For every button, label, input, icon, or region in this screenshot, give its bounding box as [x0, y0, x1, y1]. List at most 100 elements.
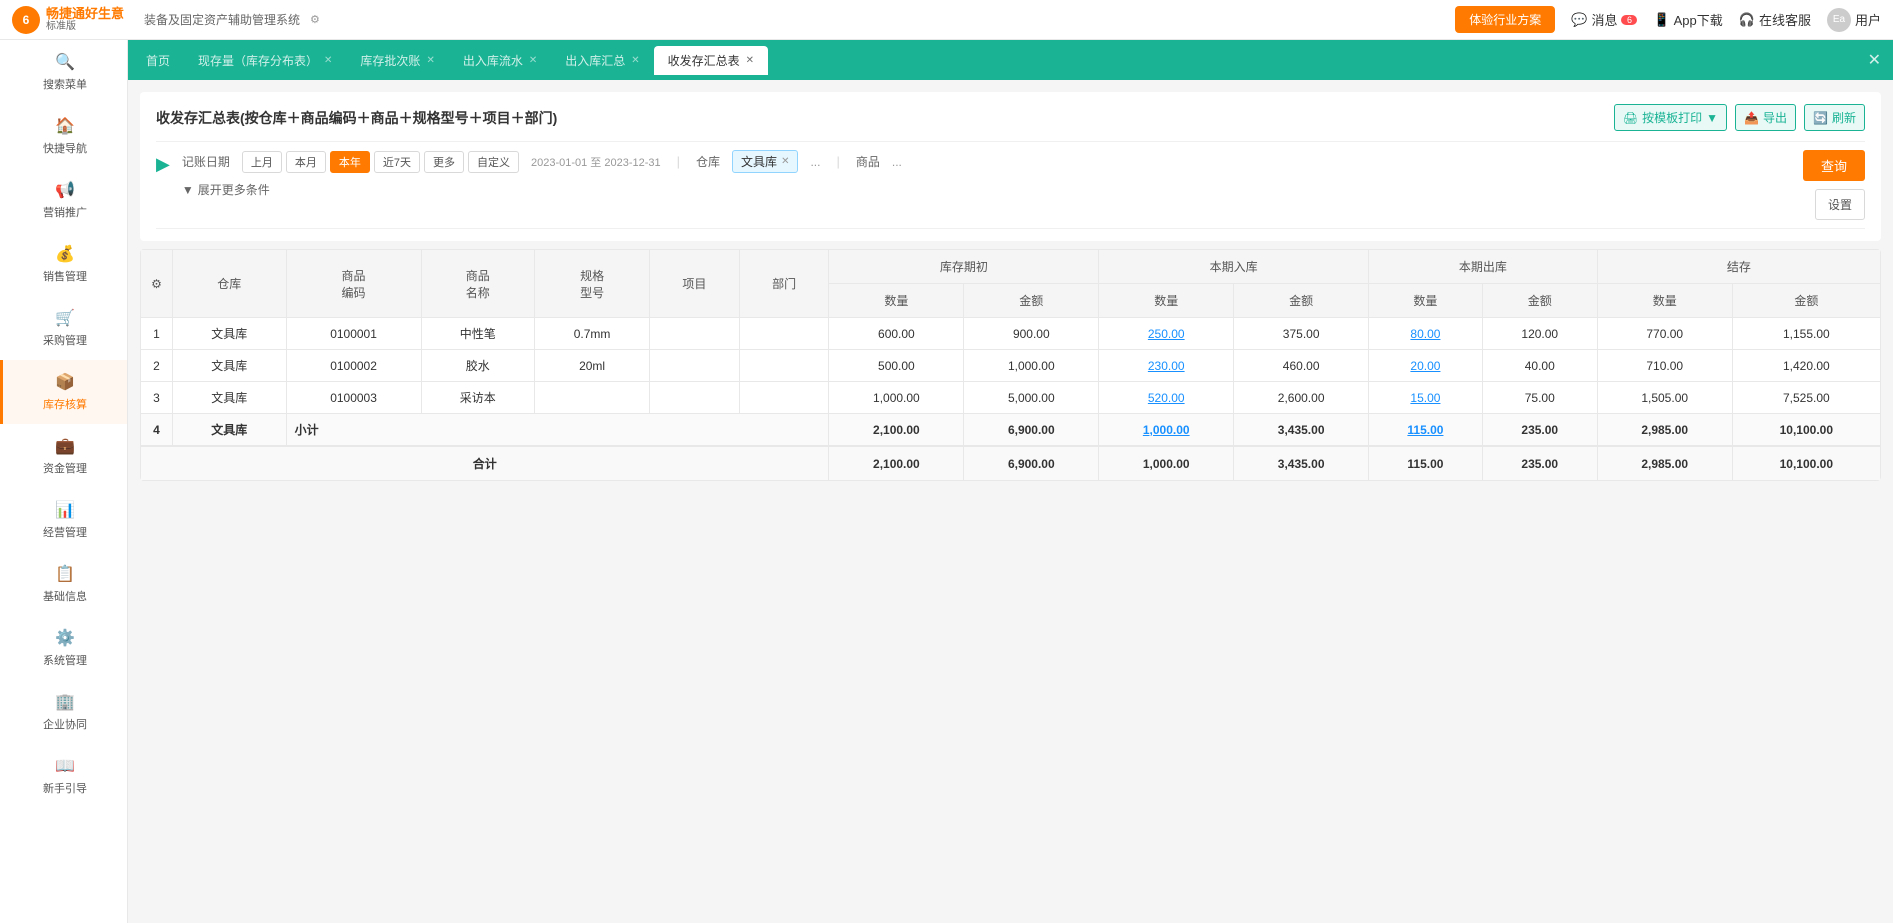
date-btn-this-month[interactable]: 本月 — [286, 151, 326, 173]
goods-more[interactable]: ... — [892, 155, 902, 169]
tab-summary-close[interactable]: ✕ — [631, 55, 639, 66]
table-row: 2 文具库 0100002 胶水 20ml 500.00 1,000.00 23… — [141, 350, 1881, 382]
row-in-amt: 2,600.00 — [1234, 382, 1369, 414]
th-goods-spec: 规格型号 — [535, 250, 650, 318]
warehouse-label: 仓库 — [696, 153, 720, 170]
sidebar-item-label: 快捷导航 — [43, 140, 87, 156]
print-template-btn[interactable]: 🖨 按模板打印 ▼ — [1614, 104, 1727, 131]
row-name: 采访本 — [421, 382, 535, 414]
app-download-label: App下载 — [1674, 10, 1723, 29]
sidebar-item-newbie[interactable]: 📖 新手引导 — [0, 744, 127, 808]
row-in-qty[interactable]: 230.00 — [1099, 350, 1234, 382]
sidebar-item-label: 销售管理 — [43, 268, 87, 284]
table-row: 1 文具库 0100001 中性笔 0.7mm 600.00 900.00 25… — [141, 318, 1881, 350]
tab-flow[interactable]: 出入库流水 ✕ — [449, 46, 551, 75]
warehouse-more[interactable]: ... — [810, 155, 820, 169]
query-btn[interactable]: 查询 — [1803, 150, 1865, 181]
filter-right-actions: 查询 设置 — [1803, 150, 1865, 220]
tab-recv-send-close[interactable]: ✕ — [746, 55, 754, 66]
export-btn[interactable]: 📤 导出 — [1735, 104, 1796, 131]
logo: 6 畅捷通好生意 标准版 — [12, 6, 124, 34]
subtotal-out-qty[interactable]: 115.00 — [1369, 414, 1483, 447]
row-out-qty[interactable]: 15.00 — [1369, 382, 1483, 414]
experience-btn[interactable]: 体验行业方案 — [1455, 6, 1555, 33]
sidebar-item-system[interactable]: ⚙️ 系统管理 — [0, 616, 127, 680]
date-btn-custom[interactable]: 自定义 — [468, 151, 519, 173]
row-in-qty[interactable]: 520.00 — [1099, 382, 1234, 414]
tab-bar: 首页 现存量（库存分布表） ✕ 库存批次账 ✕ 出入库流水 ✕ 出入库汇总 ✕ — [128, 40, 1893, 80]
tab-bar-close-all[interactable]: ✕ — [1860, 46, 1889, 74]
sidebar-item-label: 资金管理 — [43, 460, 87, 476]
enterprise-icon: 🏢 — [55, 692, 75, 712]
th-in-amt: 金额 — [1234, 284, 1369, 318]
row-out-qty[interactable]: 20.00 — [1369, 350, 1483, 382]
row-out-amt: 40.00 — [1482, 350, 1597, 382]
goods-label: 商品 — [856, 153, 880, 170]
sidebar-item-search[interactable]: 🔍 搜索菜单 — [0, 40, 127, 104]
footer-close-qty: 2,985.00 — [1597, 446, 1732, 481]
th-out-qty: 数量 — [1369, 284, 1483, 318]
main-layout: 🔍 搜索菜单 🏠 快捷导航 📢 营销推广 💰 销售管理 🛒 采购管理 📦 — [0, 40, 1893, 923]
row-in-qty[interactable]: 250.00 — [1099, 318, 1234, 350]
warehouse-tag-close[interactable]: ✕ — [781, 156, 789, 167]
top-bar-left: 6 畅捷通好生意 标准版 装备及固定资产辅助管理系统 ⚙ — [12, 6, 320, 34]
date-btn-last-month[interactable]: 上月 — [242, 151, 282, 173]
sidebar-item-operation[interactable]: 📊 经营管理 — [0, 488, 127, 552]
date-btn-7days[interactable]: 近7天 — [374, 151, 420, 173]
export-label: 导出 — [1763, 109, 1787, 126]
message-action[interactable]: 💬 消息 6 — [1571, 10, 1637, 29]
message-label: 消息 — [1591, 10, 1617, 29]
tab-stock-dist[interactable]: 现存量（库存分布表） ✕ — [184, 46, 346, 75]
sidebar-item-sales[interactable]: 💰 销售管理 — [0, 232, 127, 296]
expand-btn[interactable]: ▼ 展开更多条件 — [182, 181, 1791, 198]
setting-btn[interactable]: 设置 — [1815, 189, 1865, 220]
tab-batch-close[interactable]: ✕ — [426, 55, 434, 66]
warehouse-tag-text: 文具库 — [741, 153, 777, 170]
filter-toggle-btn[interactable]: ▶ — [156, 154, 170, 175]
subtotal-label: 小计 — [286, 414, 829, 447]
sidebar-item-label: 企业协同 — [43, 716, 87, 732]
tab-home[interactable]: 首页 — [132, 46, 184, 75]
app-download-action[interactable]: 📱 App下载 — [1653, 10, 1722, 29]
th-goods-code: 商品编码 — [286, 250, 421, 318]
tab-batch[interactable]: 库存批次账 ✕ — [346, 46, 448, 75]
tab-stock-dist-close[interactable]: ✕ — [324, 55, 332, 66]
th-opening-group: 库存期初 — [829, 250, 1099, 284]
row-dept — [739, 382, 829, 414]
brand-main: 畅捷通好生意 — [46, 6, 124, 22]
subtotal-row: 4 文具库 小计 2,100.00 6,900.00 1,000.00 3,43… — [141, 414, 1881, 447]
row-close-amt: 7,525.00 — [1732, 382, 1880, 414]
th-out-group: 本期出库 — [1369, 250, 1598, 284]
online-support-action[interactable]: 🎧 在线客服 — [1739, 10, 1811, 29]
tab-recv-send-label: 收发存汇总表 — [668, 52, 740, 69]
tab-summary[interactable]: 出入库汇总 ✕ — [551, 46, 653, 75]
message-icon: 💬 — [1571, 12, 1587, 28]
footer-open-amt: 6,900.00 — [964, 446, 1099, 481]
refresh-btn[interactable]: 🔄 刷新 — [1804, 104, 1865, 131]
sidebar-item-label: 库存核算 — [43, 396, 87, 412]
date-range: 2023-01-01 至 2023-12-31 — [531, 154, 661, 170]
logo-text: 畅捷通好生意 标准版 — [46, 6, 124, 34]
sidebar-item-purchase[interactable]: 🛒 采购管理 — [0, 296, 127, 360]
sidebar-item-marketing[interactable]: 📢 营销推广 — [0, 168, 127, 232]
sidebar-item-inventory[interactable]: 📦 库存核算 — [0, 360, 127, 424]
date-btn-this-year[interactable]: 本年 — [330, 151, 370, 173]
tab-flow-close[interactable]: ✕ — [529, 55, 537, 66]
sidebar-item-finance[interactable]: 💼 资金管理 — [0, 424, 127, 488]
row-dept — [739, 350, 829, 382]
row-open-qty: 1,000.00 — [829, 382, 964, 414]
row-dept — [739, 318, 829, 350]
row-out-qty[interactable]: 80.00 — [1369, 318, 1483, 350]
row-open-amt: 900.00 — [964, 318, 1099, 350]
sidebar-item-quick[interactable]: 🏠 快捷导航 — [0, 104, 127, 168]
tab-recv-send[interactable]: 收发存汇总表 ✕ — [654, 46, 768, 75]
sidebar-item-enterprise[interactable]: 🏢 企业协同 — [0, 680, 127, 744]
export-icon: 📤 — [1744, 111, 1759, 125]
sidebar-item-basic[interactable]: 📋 基础信息 — [0, 552, 127, 616]
date-btn-more[interactable]: 更多 — [424, 151, 464, 173]
row-warehouse: 文具库 — [173, 318, 287, 350]
user-action[interactable]: Ea 用户 — [1827, 8, 1881, 32]
home-icon: 🏠 — [55, 116, 75, 136]
basic-icon: 📋 — [55, 564, 75, 584]
subtotal-in-qty[interactable]: 1,000.00 — [1099, 414, 1234, 447]
